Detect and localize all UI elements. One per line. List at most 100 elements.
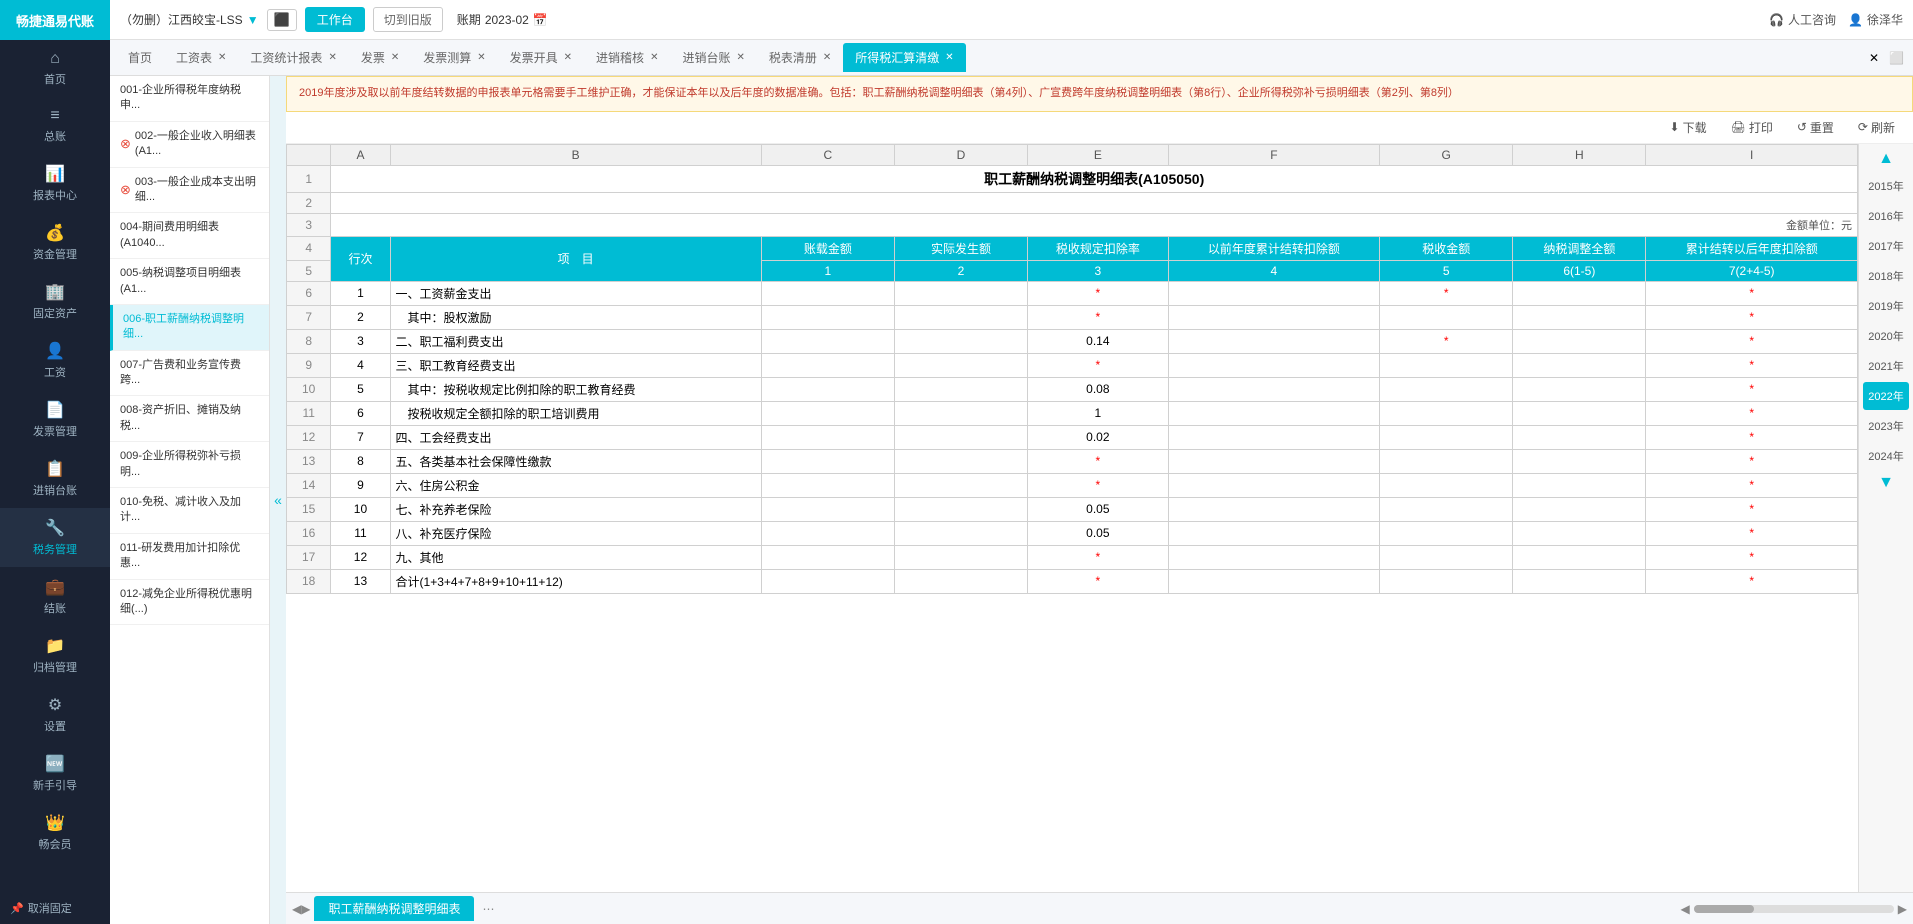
tab-close-icon[interactable]: ✕: [650, 52, 658, 63]
list-item-003[interactable]: ⊗ 003-一般企业成本支出明细...: [110, 168, 269, 214]
sidebar-item-ledger[interactable]: ≡ 总账: [0, 97, 110, 154]
list-item-001[interactable]: 001-企业所得税年度纳税申...: [110, 76, 269, 122]
tab-close-icon[interactable]: ✕: [477, 52, 485, 63]
tab-invoice[interactable]: 发票✕: [349, 43, 411, 72]
collapse-panel-button[interactable]: «: [270, 76, 286, 924]
table-row[interactable]: 149六、住房公积金**: [287, 473, 1858, 497]
list-item-002[interactable]: ⊗ 002-一般企业收入明细表(A1...: [110, 122, 269, 168]
tab-invoice-calc[interactable]: 发票测算✕: [411, 43, 497, 72]
list-item-008[interactable]: 008-资产折旧、摊销及纳税...: [110, 396, 269, 442]
table-row[interactable]: 94三、职工教育经费支出**: [287, 353, 1858, 377]
year-down-button[interactable]: ▼: [1876, 472, 1896, 494]
scroll-left-icon[interactable]: ◀: [1681, 902, 1690, 916]
list-item-007[interactable]: 007-广告费和业务宣传费跨...: [110, 351, 269, 397]
row-item[interactable]: 八、补充医疗保险: [390, 521, 761, 545]
sheet-options-icon[interactable]: ⋯: [482, 902, 494, 916]
year-2023[interactable]: 2023年: [1863, 412, 1909, 440]
row-item[interactable]: 九、其他: [390, 545, 761, 569]
row-item[interactable]: 五、各类基本社会保障性缴款: [390, 449, 761, 473]
close-all-icon[interactable]: ✕: [1866, 48, 1882, 68]
row-item[interactable]: 其中：股权激励: [390, 305, 761, 329]
tab-close-icon[interactable]: ✕: [218, 52, 226, 63]
workspace-button[interactable]: 工作台: [305, 7, 365, 32]
list-item-012[interactable]: 012-减免企业所得税优惠明细(...): [110, 580, 269, 626]
tab-close-icon[interactable]: ✕: [391, 52, 399, 63]
sidebar-item-settings[interactable]: ⚙ 设置: [0, 685, 110, 744]
tab-home[interactable]: 首页: [116, 43, 164, 72]
next-sheet-icon[interactable]: ▶: [301, 902, 310, 916]
cancel-pin-button[interactable]: 📌 取消固定: [0, 892, 110, 924]
sidebar-item-archive[interactable]: 📁 归档管理: [0, 626, 110, 685]
year-2019[interactable]: 2019年: [1863, 292, 1909, 320]
tab-close-icon[interactable]: ✕: [328, 52, 336, 63]
user-profile[interactable]: 👤 徐泽华: [1848, 11, 1903, 28]
year-2021[interactable]: 2021年: [1863, 352, 1909, 380]
sidebar-item-invoice-mgmt[interactable]: 📄 发票管理: [0, 390, 110, 449]
list-item-010[interactable]: 010-免税、减计收入及加计...: [110, 488, 269, 534]
tab-close-icon[interactable]: ✕: [823, 52, 831, 63]
sidebar-item-closing[interactable]: 💼 结账: [0, 567, 110, 626]
table-row[interactable]: 1712九、其他**: [287, 545, 1858, 569]
prev-sheet-icon[interactable]: ◀: [292, 902, 301, 916]
table-row[interactable]: 1510七、补充养老保险0.05*: [287, 497, 1858, 521]
row-item[interactable]: 合计(1+3+4+7+8+9+10+11+12): [390, 569, 761, 593]
list-item-004[interactable]: 004-期间费用明细表(A1040...: [110, 213, 269, 259]
row-item[interactable]: 三、职工教育经费支出: [390, 353, 761, 377]
year-2022[interactable]: 2022年: [1863, 382, 1909, 410]
sidebar-item-tax-mgmt[interactable]: 🔧 税务管理: [0, 508, 110, 567]
tab-close-icon[interactable]: ✕: [564, 52, 572, 63]
row-item[interactable]: 六、住房公积金: [390, 473, 761, 497]
sidebar-item-member[interactable]: 👑 畅会员: [0, 803, 110, 862]
tab-tax-table[interactable]: 税表清册✕: [757, 43, 843, 72]
reset-button[interactable]: ↺ 重置: [1791, 116, 1840, 139]
table-row[interactable]: 105 其中：按税收规定比例扣除的职工教育经费0.08*: [287, 377, 1858, 401]
row-item[interactable]: 四、工会经费支出: [390, 425, 761, 449]
tab-payroll-report[interactable]: 工资统计报表✕: [238, 43, 348, 72]
table-row[interactable]: 83二、职工福利费支出0.14**: [287, 329, 1858, 353]
tab-income-tax[interactable]: 所得税汇算清缴✕: [843, 43, 965, 72]
row-item[interactable]: 二、职工福利费支出: [390, 329, 761, 353]
scroll-right-icon[interactable]: ▶: [1898, 902, 1907, 916]
table-row[interactable]: 127四、工会经费支出0.02*: [287, 425, 1858, 449]
copy-button[interactable]: ⬛: [267, 9, 297, 31]
list-item-009[interactable]: 009-企业所得税弥补亏损明...: [110, 442, 269, 488]
year-2016[interactable]: 2016年: [1863, 202, 1909, 230]
sidebar-item-assets[interactable]: 🏢 固定资产: [0, 272, 110, 331]
table-row[interactable]: 72 其中：股权激励**: [287, 305, 1858, 329]
table-row[interactable]: 61一、工资薪金支出***: [287, 281, 1858, 305]
list-item-011[interactable]: 011-研发费用加计扣除优惠...: [110, 534, 269, 580]
download-button[interactable]: ⬇ 下载: [1664, 116, 1713, 139]
year-2020[interactable]: 2020年: [1863, 322, 1909, 350]
year-2015[interactable]: 2015年: [1863, 172, 1909, 200]
row-item[interactable]: 按税收规定全额扣除的职工培训费用: [390, 401, 761, 425]
table-row[interactable]: 116 按税收规定全额扣除的职工培训费用1*: [287, 401, 1858, 425]
sidebar-item-reports[interactable]: 📊 报表中心: [0, 154, 110, 213]
company-selector[interactable]: （勿删）江西皎宝-LSS ▼: [120, 11, 259, 28]
tab-purchase-check[interactable]: 进销稽核✕: [584, 43, 670, 72]
row-item[interactable]: 七、补充养老保险: [390, 497, 761, 521]
table-row[interactable]: 1611八、补充医疗保险0.05*: [287, 521, 1858, 545]
table-row[interactable]: 1813合计(1+3+4+7+8+9+10+11+12)**: [287, 569, 1858, 593]
year-2018[interactable]: 2018年: [1863, 262, 1909, 290]
sidebar-item-home[interactable]: ⌂ 首页: [0, 40, 110, 97]
table-row[interactable]: 138五、各类基本社会保障性缴款**: [287, 449, 1858, 473]
sidebar-item-purchase-sales[interactable]: 📋 进销台账: [0, 449, 110, 508]
sidebar-item-guide[interactable]: 🆕 新手引导: [0, 744, 110, 803]
period-selector[interactable]: 账期 2023-02 📅: [457, 11, 548, 28]
row-item[interactable]: 一、工资薪金支出: [390, 281, 761, 305]
row-item[interactable]: 其中：按税收规定比例扣除的职工教育经费: [390, 377, 761, 401]
switch-version-button[interactable]: 切到旧版: [373, 7, 443, 32]
tab-close-icon[interactable]: ✕: [736, 52, 744, 63]
tab-close-icon[interactable]: ✕: [945, 52, 953, 63]
maximize-icon[interactable]: ⬜: [1886, 48, 1907, 68]
tab-purchase-ledger[interactable]: 进销台账✕: [670, 43, 756, 72]
tab-invoice-issue[interactable]: 发票开具✕: [498, 43, 584, 72]
sidebar-item-salary[interactable]: 👤 工资: [0, 331, 110, 390]
print-button[interactable]: 🖨 打印: [1725, 116, 1779, 139]
sheet-tab[interactable]: 职工薪酬纳税调整明细表: [314, 896, 474, 921]
refresh-button[interactable]: ⟳ 刷新: [1852, 116, 1901, 139]
list-item-005[interactable]: 005-纳税调整项目明细表(A1...: [110, 259, 269, 305]
year-2017[interactable]: 2017年: [1863, 232, 1909, 260]
tab-payroll[interactable]: 工资表✕: [164, 43, 238, 72]
year-up-button[interactable]: ▲: [1876, 148, 1896, 170]
